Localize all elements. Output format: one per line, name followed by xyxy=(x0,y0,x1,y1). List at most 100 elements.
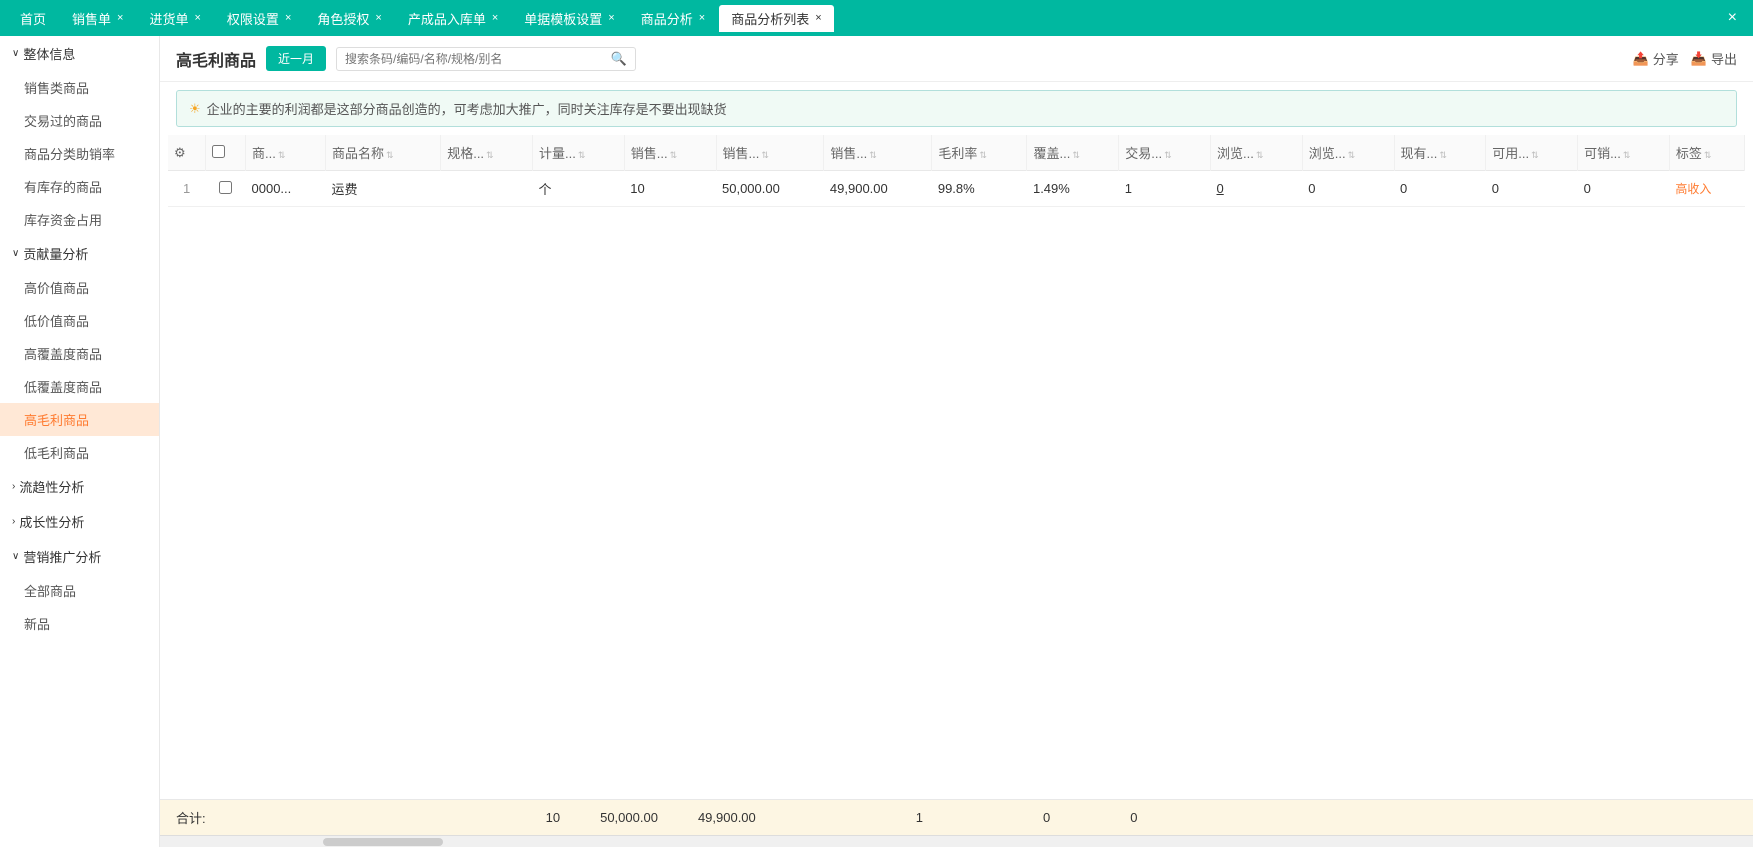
close-tab-icon[interactable]: × xyxy=(375,12,381,24)
share-button[interactable]: 📤 分享 xyxy=(1633,49,1679,68)
footer-stock-avail: 0 xyxy=(1130,810,1137,825)
col-header-stockSale[interactable]: 可销...⇅ xyxy=(1578,135,1670,171)
scroll-thumb[interactable] xyxy=(323,838,443,846)
search-input[interactable] xyxy=(345,52,607,66)
cell-code: 0000... xyxy=(246,171,326,207)
table-container[interactable]: ⚙商...⇅商品名称⇅规格...⇅计量...⇅销售...⇅销售...⇅销售...… xyxy=(160,135,1753,799)
browse-link[interactable]: 0 xyxy=(1217,181,1224,196)
nav-tab-商品分析列表[interactable]: 商品分析列表× xyxy=(719,5,833,32)
sidebar-group-成长性分析[interactable]: ›成长性分析 xyxy=(0,504,159,539)
sidebar-item-交易过的商品[interactable]: 交易过的商品 xyxy=(0,104,159,137)
sidebar-item-库存资金占用[interactable]: 库存资金占用 xyxy=(0,203,159,236)
sort-icon[interactable]: ⇅ xyxy=(761,150,769,160)
sidebar-group-营销推广分析[interactable]: ∨营销推广分析 xyxy=(0,539,159,574)
col-header-saleQty[interactable]: 销售...⇅ xyxy=(624,135,716,171)
sort-icon[interactable]: ⇅ xyxy=(486,150,494,160)
footer-sale-amt: 50,000.00 xyxy=(600,810,658,825)
nav-tab-角色授权[interactable]: 角色授权× xyxy=(305,5,393,32)
content-area: 高毛利商品 近一月 🔍 📤 分享 📥 导出 ☀ 企业的主要的利润都是这部分商品创… xyxy=(160,36,1753,847)
settings-icon[interactable]: ⚙ xyxy=(174,145,186,160)
filter-recent-month[interactable]: 近一月 xyxy=(266,46,326,71)
col-header-unit[interactable]: 计量...⇅ xyxy=(532,135,624,171)
sidebar-item-高覆盖度商品[interactable]: 高覆盖度商品 xyxy=(0,337,159,370)
cell-browse1[interactable]: 0 xyxy=(1211,171,1303,207)
group-label: 整体信息 xyxy=(23,44,75,63)
col-header-name[interactable]: 商品名称⇅ xyxy=(325,135,440,171)
cell-checkbox[interactable] xyxy=(205,171,245,207)
sidebar-group-贡献量分析[interactable]: ∨贡献量分析 xyxy=(0,236,159,271)
group-arrow-icon: › xyxy=(12,481,15,492)
export-button[interactable]: 📥 导出 xyxy=(1691,49,1737,68)
sidebar-item-有库存的商品[interactable]: 有库存的商品 xyxy=(0,170,159,203)
horizontal-scrollbar[interactable] xyxy=(160,835,1753,847)
sidebar-item-新品[interactable]: 新品 xyxy=(0,607,159,640)
nav-tab-首页[interactable]: 首页 xyxy=(8,5,58,32)
sort-icon[interactable]: ⇅ xyxy=(1439,150,1447,160)
sidebar-item-商品分类助销率[interactable]: 商品分类助销率 xyxy=(0,137,159,170)
sort-icon[interactable]: ⇅ xyxy=(670,150,678,160)
col-header-coverage[interactable]: 覆盖...⇅ xyxy=(1027,135,1119,171)
info-icon: ☀ xyxy=(189,101,201,117)
cell-unit: 个 xyxy=(532,171,624,207)
search-icon[interactable]: 🔍 xyxy=(611,51,627,67)
page-title: 高毛利商品 xyxy=(176,47,256,71)
main-layout: ∨整体信息销售类商品交易过的商品商品分类助销率有库存的商品库存资金占用∨贡献量分… xyxy=(0,36,1753,847)
sort-icon[interactable]: ⇅ xyxy=(1348,150,1356,160)
sidebar-item-低覆盖度商品[interactable]: 低覆盖度商品 xyxy=(0,370,159,403)
col-header-browse2[interactable]: 浏览...⇅ xyxy=(1302,135,1394,171)
row-checkbox[interactable] xyxy=(219,181,232,194)
close-tab-icon[interactable]: × xyxy=(117,12,123,24)
cell-saleProfit: 49,900.00 xyxy=(824,171,932,207)
footer-sale-qty: 10 xyxy=(546,810,560,825)
col-header-tradeCount[interactable]: 交易...⇅ xyxy=(1119,135,1211,171)
close-tab-icon[interactable]: × xyxy=(285,12,291,24)
group-label: 营销推广分析 xyxy=(23,547,101,566)
col-header-spec[interactable]: 规格...⇅ xyxy=(441,135,533,171)
nav-tab-权限设置[interactable]: 权限设置× xyxy=(215,5,303,32)
sort-icon[interactable]: ⇅ xyxy=(979,150,987,160)
close-all-tabs[interactable]: × xyxy=(1720,9,1745,27)
close-tab-icon[interactable]: × xyxy=(492,12,498,24)
col-header-stockCurrent[interactable]: 现有...⇅ xyxy=(1394,135,1486,171)
sort-icon[interactable]: ⇅ xyxy=(1164,150,1172,160)
nav-tab-产成品入库单[interactable]: 产成品入库单× xyxy=(396,5,510,32)
sort-icon[interactable]: ⇅ xyxy=(1256,150,1264,160)
sort-icon[interactable]: ⇅ xyxy=(1623,150,1631,160)
nav-tab-商品分析[interactable]: 商品分析× xyxy=(629,5,717,32)
nav-tab-进货单[interactable]: 进货单× xyxy=(137,5,212,32)
close-tab-icon[interactable]: × xyxy=(608,12,614,24)
sidebar-item-低毛利商品[interactable]: 低毛利商品 xyxy=(0,436,159,469)
sort-icon[interactable]: ⇅ xyxy=(869,150,877,160)
close-tab-icon[interactable]: × xyxy=(699,12,705,24)
sort-icon[interactable]: ⇅ xyxy=(1072,150,1080,160)
sidebar-item-低价值商品[interactable]: 低价值商品 xyxy=(0,304,159,337)
nav-tab-销售单[interactable]: 销售单× xyxy=(60,5,135,32)
sidebar-item-全部商品[interactable]: 全部商品 xyxy=(0,574,159,607)
sort-icon[interactable]: ⇅ xyxy=(1704,150,1712,160)
sort-icon[interactable]: ⇅ xyxy=(1531,150,1539,160)
nav-tab-单据模板设置[interactable]: 单据模板设置× xyxy=(512,5,626,32)
col-header-grossRate[interactable]: 毛利率⇅ xyxy=(932,135,1027,171)
close-tab-icon[interactable]: × xyxy=(815,12,821,24)
col-header-saleProfit[interactable]: 销售...⇅ xyxy=(824,135,932,171)
col-header-browse1[interactable]: 浏览...⇅ xyxy=(1211,135,1303,171)
sidebar-item-高毛利商品[interactable]: 高毛利商品 xyxy=(0,403,159,436)
sidebar-item-高价值商品[interactable]: 高价值商品 xyxy=(0,271,159,304)
sort-icon[interactable]: ⇅ xyxy=(386,150,394,160)
sidebar-item-销售类商品[interactable]: 销售类商品 xyxy=(0,71,159,104)
cell-coverage: 1.49% xyxy=(1027,171,1119,207)
col-header-stockAvail[interactable]: 可用...⇅ xyxy=(1486,135,1578,171)
select-all-checkbox[interactable] xyxy=(212,145,225,158)
cell-saleAmt: 50,000.00 xyxy=(716,171,824,207)
sort-icon[interactable]: ⇅ xyxy=(578,150,586,160)
col-header-code[interactable]: 商...⇅ xyxy=(246,135,326,171)
sidebar-group-整体信息[interactable]: ∨整体信息 xyxy=(0,36,159,71)
group-label: 成长性分析 xyxy=(19,512,84,531)
col-header-tag[interactable]: 标签⇅ xyxy=(1669,135,1744,171)
close-tab-icon[interactable]: × xyxy=(194,12,200,24)
sort-icon[interactable]: ⇅ xyxy=(278,150,286,160)
footer-stock-current: 0 xyxy=(1043,810,1050,825)
footer-trade-count: 1 xyxy=(916,810,923,825)
sidebar-group-流趋性分析[interactable]: ›流趋性分析 xyxy=(0,469,159,504)
col-header-saleAmt[interactable]: 销售...⇅ xyxy=(716,135,824,171)
